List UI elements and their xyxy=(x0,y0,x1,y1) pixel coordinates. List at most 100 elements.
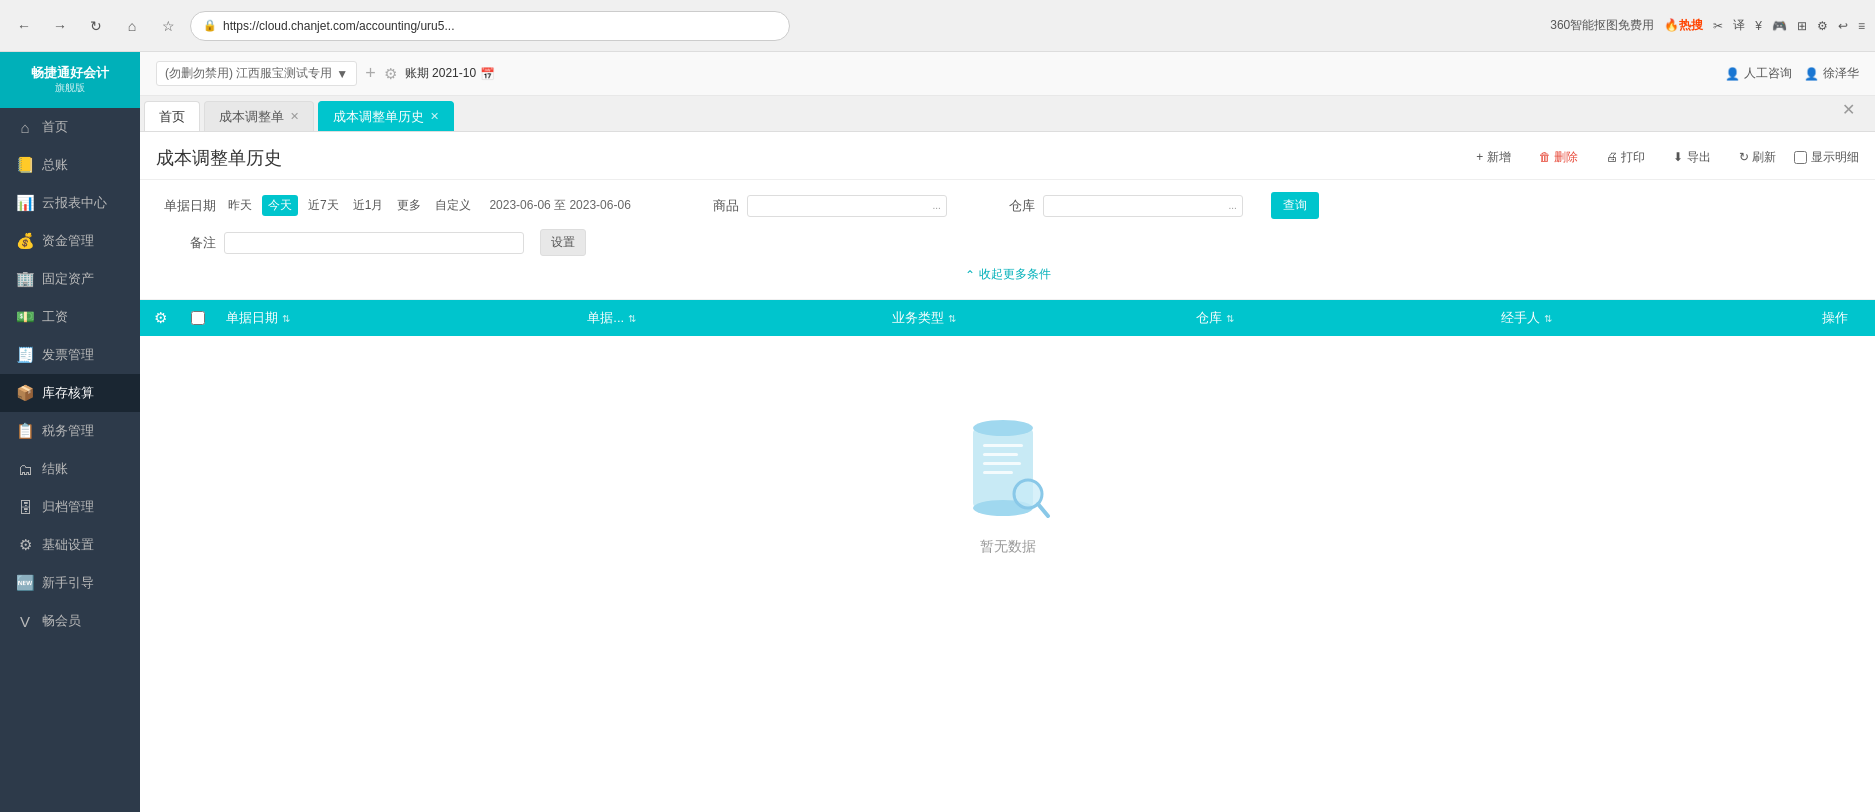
refresh-button[interactable]: ↻ xyxy=(82,12,110,40)
star-button[interactable]: ☆ xyxy=(154,12,182,40)
page-header: 成本调整单历史 + 新增 🗑 删除 🖨 打印 ⬇ 导出 ↻ 刷新 显示明细 xyxy=(140,132,1875,180)
sidebar-item-invoice[interactable]: 🧾 发票管理 xyxy=(0,336,140,374)
coin-btn[interactable]: ¥ xyxy=(1755,19,1762,33)
settings-button[interactable]: 设置 xyxy=(540,229,586,256)
note-input[interactable] xyxy=(224,232,524,254)
browser-chrome: ← → ↻ ⌂ ☆ 🔒 https://cloud.chanjet.com/ac… xyxy=(0,0,1875,52)
sidebar-item-reports[interactable]: 📊 云报表中心 xyxy=(0,184,140,222)
th-no-sort-icon: ⇅ xyxy=(628,313,636,324)
fixed-assets-icon: 🏢 xyxy=(16,270,34,288)
add-company-button[interactable]: + xyxy=(365,63,376,84)
sidebar-item-tax[interactable]: 📋 税务管理 xyxy=(0,412,140,450)
date-btn-today[interactable]: 今天 xyxy=(262,195,298,216)
back-button[interactable]: ← xyxy=(10,12,38,40)
th-settings[interactable]: ⚙ xyxy=(140,309,180,327)
th-checkbox[interactable] xyxy=(180,311,216,325)
tab-cost-adjust-history[interactable]: 成本调整单历史 ✕ xyxy=(318,101,454,131)
tab-cost-adjust[interactable]: 成本调整单 ✕ xyxy=(204,101,314,131)
sidebar-item-inventory[interactable]: 📦 库存核算 xyxy=(0,374,140,412)
hot-search-btn[interactable]: 🔥热搜 xyxy=(1664,17,1703,34)
show-detail-checkbox[interactable] xyxy=(1794,151,1807,164)
sidebar-item-payroll[interactable]: 💵 工资 xyxy=(0,298,140,336)
tab-home[interactable]: 首页 xyxy=(144,101,200,131)
home-button[interactable]: ⌂ xyxy=(118,12,146,40)
forward-button[interactable]: → xyxy=(46,12,74,40)
guide-icon: 🆕 xyxy=(16,574,34,592)
more-btn[interactable]: ≡ xyxy=(1858,19,1865,33)
sidebar-item-vip[interactable]: V 畅会员 xyxy=(0,602,140,640)
table-settings-gear-icon[interactable]: ⚙ xyxy=(154,309,167,327)
date-filter-label: 单据日期 xyxy=(156,197,216,215)
th-no[interactable]: 单据... ⇅ xyxy=(577,309,881,327)
th-biz-type[interactable]: 业务类型 ⇅ xyxy=(882,309,1186,327)
delete-button[interactable]: 🗑 删除 xyxy=(1529,144,1588,171)
url-bar[interactable]: 🔒 https://cloud.chanjet.com/accounting/u… xyxy=(190,11,790,41)
close-panel-button[interactable]: ✕ xyxy=(1842,100,1855,119)
filter-area: 单据日期 昨天 今天 近7天 近1月 更多 自定义 2023-06-06 至 2… xyxy=(140,180,1875,300)
settings-gear-btn[interactable]: ⚙ xyxy=(384,65,397,83)
goods-select[interactable] xyxy=(747,195,947,217)
th-handler-label: 经手人 xyxy=(1501,309,1540,327)
funds-icon: 💰 xyxy=(16,232,34,250)
export-button[interactable]: ⬇ 导出 xyxy=(1663,144,1720,171)
th-warehouse[interactable]: 仓库 ⇅ xyxy=(1186,309,1490,327)
th-no-label: 单据... xyxy=(587,309,624,327)
sidebar-item-home[interactable]: ⌂ 首页 xyxy=(0,108,140,146)
translate-btn[interactable]: 译 xyxy=(1733,17,1745,34)
date-btn-7days[interactable]: 近7天 xyxy=(304,195,343,216)
sidebar-item-tax-label: 税务管理 xyxy=(42,422,94,440)
sidebar-item-archive[interactable]: 🗄 归档管理 xyxy=(0,488,140,526)
th-handler[interactable]: 经手人 ⇅ xyxy=(1491,309,1795,327)
gamepad-btn[interactable]: 🎮 xyxy=(1772,19,1787,33)
sidebar-item-closing[interactable]: 🗂 结账 xyxy=(0,450,140,488)
sidebar-item-guide[interactable]: 🆕 新手引导 xyxy=(0,564,140,602)
refresh-button-page[interactable]: ↻ 刷新 xyxy=(1729,144,1786,171)
closing-icon: 🗂 xyxy=(16,461,34,478)
consult-button[interactable]: 👤 人工咨询 xyxy=(1725,65,1792,82)
sidebar-item-funds[interactable]: 💰 资金管理 xyxy=(0,222,140,260)
grid-btn[interactable]: ⊞ xyxy=(1797,19,1807,33)
topbar: (勿删勿禁用) 江西服宝测试专用 ▼ + ⚙ 账期 2021-10 📅 👤 人工… xyxy=(140,52,1875,96)
settings-btn[interactable]: ⚙ xyxy=(1817,19,1828,33)
sidebar-item-fixed-assets[interactable]: 🏢 固定资产 xyxy=(0,260,140,298)
th-handler-sort-icon: ⇅ xyxy=(1544,313,1552,324)
select-all-checkbox[interactable] xyxy=(191,311,205,325)
empty-state-icon xyxy=(958,416,1058,526)
collapse-filter-button[interactable]: ⌃ 收起更多条件 xyxy=(965,266,1051,283)
warehouse-select[interactable] xyxy=(1043,195,1243,217)
th-biz-sort-icon: ⇅ xyxy=(948,313,956,324)
collapse-icon: ⌃ xyxy=(965,268,975,282)
tab-cost-adjust-close[interactable]: ✕ xyxy=(290,110,299,123)
th-date[interactable]: 单据日期 ⇅ xyxy=(216,309,577,327)
url-text: https://cloud.chanjet.com/accounting/uru… xyxy=(223,19,454,33)
date-btn-custom[interactable]: 自定义 xyxy=(431,195,475,216)
logo-sub: 旗舰版 xyxy=(55,81,85,95)
tab-home-label: 首页 xyxy=(159,108,185,126)
date-btn-more[interactable]: 更多 xyxy=(393,195,425,216)
smart-search-btn[interactable]: 360智能抠图免费用 xyxy=(1550,17,1654,34)
th-date-sort-icon: ⇅ xyxy=(282,313,290,324)
tab-cost-adjust-history-close[interactable]: ✕ xyxy=(430,110,439,123)
sidebar-item-home-label: 首页 xyxy=(42,118,68,136)
sidebar-item-base-settings[interactable]: ⚙ 基础设置 xyxy=(0,526,140,564)
inventory-icon: 📦 xyxy=(16,384,34,402)
date-btn-yesterday[interactable]: 昨天 xyxy=(224,195,256,216)
sidebar-item-archive-label: 归档管理 xyxy=(42,498,94,516)
company-selector[interactable]: (勿删勿禁用) 江西服宝测试专用 ▼ xyxy=(156,61,357,86)
goods-filter-label: 商品 xyxy=(679,197,739,215)
scissors-btn[interactable]: ✂ xyxy=(1713,19,1723,33)
date-btn-1month[interactable]: 近1月 xyxy=(349,195,388,216)
page-title: 成本调整单历史 xyxy=(156,146,282,170)
query-button[interactable]: 查询 xyxy=(1271,192,1319,219)
undo-btn[interactable]: ↩ xyxy=(1838,19,1848,33)
filter-row-2: 备注 设置 xyxy=(156,229,1859,256)
empty-state-text: 暂无数据 xyxy=(980,538,1036,556)
collapse-label: 收起更多条件 xyxy=(979,266,1051,283)
print-button[interactable]: 🖨 打印 xyxy=(1596,144,1655,171)
user-menu[interactable]: 👤 徐泽华 xyxy=(1804,65,1859,82)
add-button[interactable]: + 新增 xyxy=(1466,144,1520,171)
th-action-label: 操作 xyxy=(1822,309,1848,327)
company-label: (勿删勿禁用) 江西服宝测试专用 xyxy=(165,65,332,82)
svg-rect-3 xyxy=(983,444,1023,447)
sidebar-item-ledger[interactable]: 📒 总账 xyxy=(0,146,140,184)
